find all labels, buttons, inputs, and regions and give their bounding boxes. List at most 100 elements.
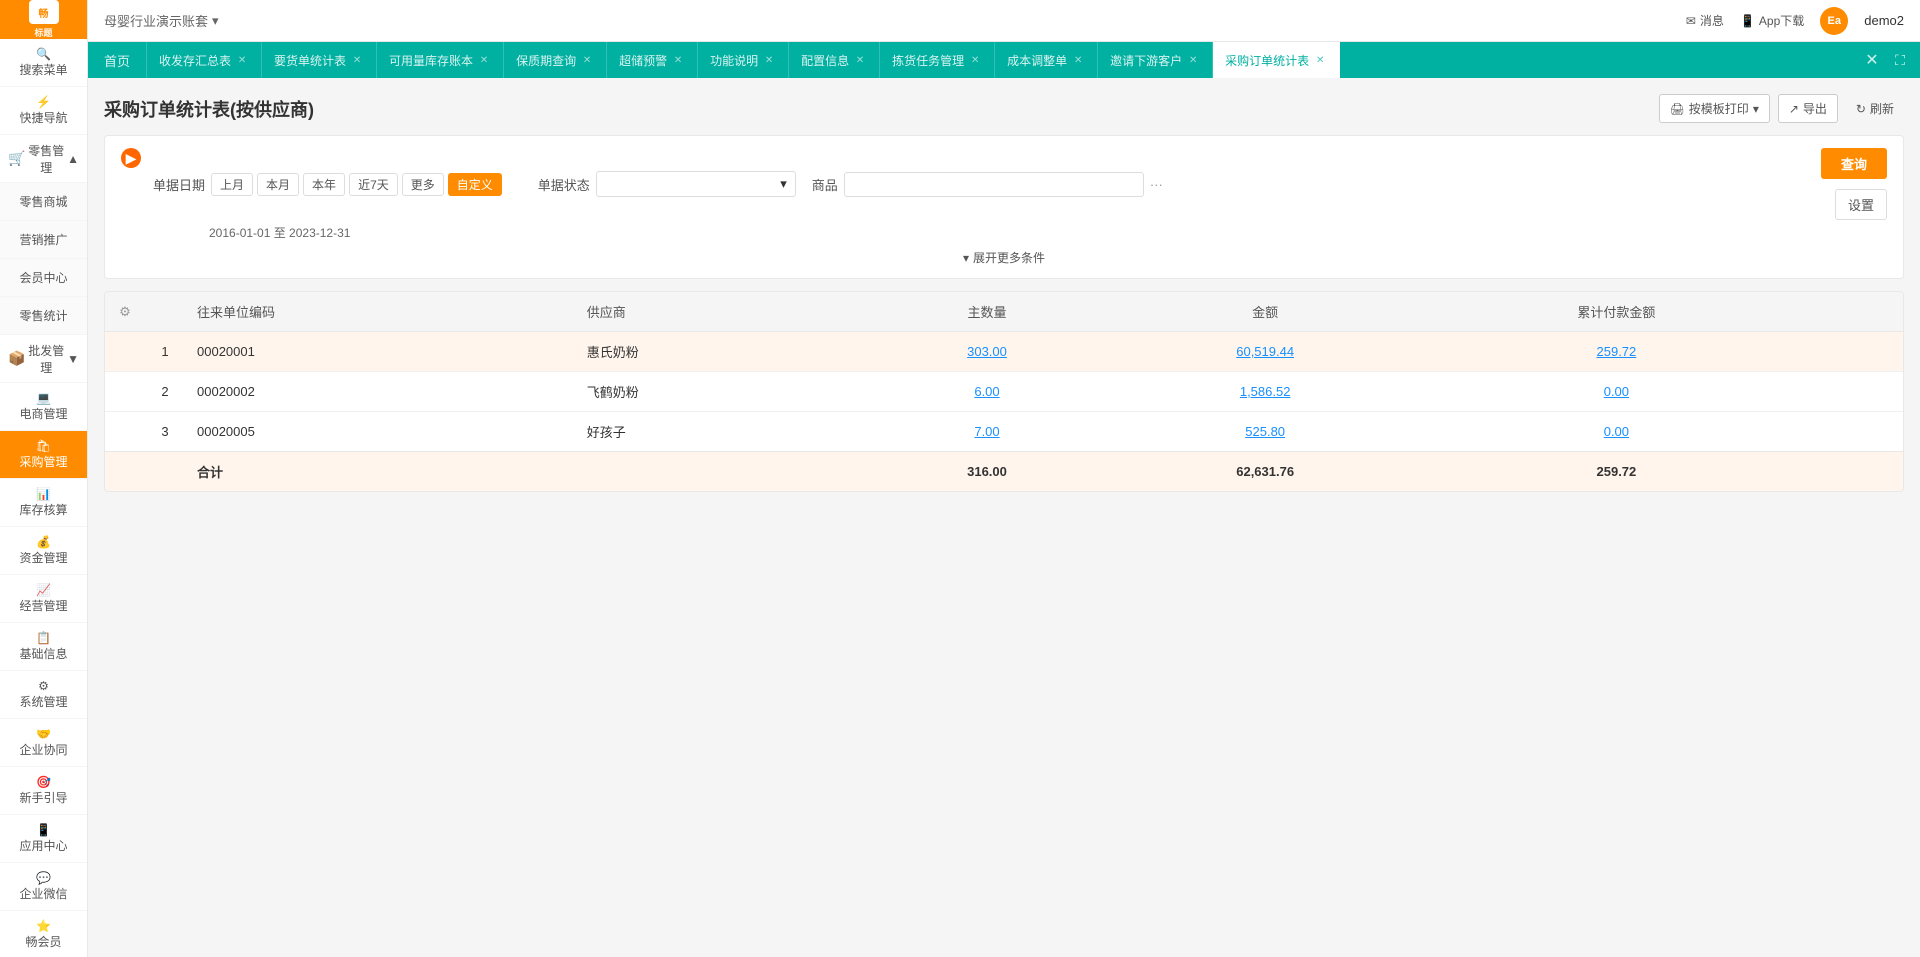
table-row[interactable]: 1 00020001 惠氏奶粉 303.00 60,519.44 259.72 xyxy=(105,332,1903,372)
tab-close-btn[interactable]: ✕ xyxy=(477,53,491,67)
tab-close-btn[interactable]: ✕ xyxy=(1071,53,1085,67)
print-button[interactable]: 🖨 按模板打印 ▾ xyxy=(1659,94,1770,123)
company-selector[interactable]: 母婴行业演示账套 ▾ xyxy=(104,11,219,30)
sidebar-item-inventory[interactable]: 📊 库存核算 xyxy=(0,479,87,527)
sidebar-item-label: 企业微信 xyxy=(19,885,67,902)
sidebar-item-bizwechat[interactable]: 💬 企业微信 xyxy=(0,863,87,911)
tab-close-btn[interactable]: ✕ xyxy=(580,53,594,67)
row-amount[interactable]: 525.80 xyxy=(1109,412,1422,452)
sidebar-item-operation[interactable]: 📈 经营管理 xyxy=(0,575,87,623)
table-row[interactable]: 2 00020002 飞鹤奶粉 6.00 1,586.52 0.00 xyxy=(105,372,1903,412)
tabs-scroll: 首页 收发存汇总表 ✕ 要货单统计表 ✕ 可用量库存账本 ✕ 保质期查询 ✕ 超… xyxy=(88,42,1860,78)
status-select[interactable]: ▾ xyxy=(596,171,796,197)
sidebar-item-finance[interactable]: 💰 资金管理 xyxy=(0,527,87,575)
row-supplier: 飞鹤奶粉 xyxy=(575,372,865,412)
tab-home[interactable]: 首页 xyxy=(88,42,147,78)
product-search-input[interactable] xyxy=(844,172,1144,197)
table-row[interactable]: 3 00020005 好孩子 7.00 525.80 0.00 xyxy=(105,412,1903,452)
app-download-btn[interactable]: 📱 App下载 xyxy=(1740,12,1804,29)
sidebar-item-quicknav[interactable]: ⚡ 快捷导航 xyxy=(0,87,87,135)
row-paid[interactable]: 0.00 xyxy=(1422,412,1812,452)
row-qty[interactable]: 6.00 xyxy=(865,372,1109,412)
export-icon: ↗ xyxy=(1789,102,1799,116)
tab-close-btn[interactable]: ✕ xyxy=(968,53,982,67)
tab-purchase-stat[interactable]: 采购订单统计表 ✕ xyxy=(1213,42,1340,78)
sidebar-item-member[interactable]: 会员中心 xyxy=(0,259,87,297)
sidebar-item-label: 批发管理 xyxy=(25,342,67,376)
tab-func-desc[interactable]: 功能说明 ✕ xyxy=(698,42,789,78)
tab-close-btn[interactable]: ✕ xyxy=(235,53,249,67)
tab-close-btn[interactable]: ✕ xyxy=(1186,53,1200,67)
sidebar-item-vip[interactable]: ⭐ 畅会员 xyxy=(0,911,87,957)
setting-button[interactable]: 设置 xyxy=(1835,189,1887,220)
sidebar-item-label: 快捷导航 xyxy=(19,109,67,126)
export-button[interactable]: ↗ 导出 xyxy=(1778,94,1838,123)
refresh-button[interactable]: ↻ 刷新 xyxy=(1846,95,1904,122)
row-qty[interactable]: 7.00 xyxy=(865,412,1109,452)
row-amount[interactable]: 1,586.52 xyxy=(1109,372,1422,412)
col-qty[interactable]: 主数量 xyxy=(865,292,1109,332)
inventory-icon: 📊 xyxy=(36,487,51,501)
sidebar-item-collab[interactable]: 🤝 企业协同 xyxy=(0,719,87,767)
more-dots-icon[interactable]: ··· xyxy=(1150,177,1163,192)
tab-overstock[interactable]: 超储预警 ✕ xyxy=(607,42,698,78)
col-settings[interactable]: ⚙ xyxy=(105,292,145,332)
tab-close-btn[interactable]: ✕ xyxy=(762,53,776,67)
sidebar-item-newguide[interactable]: 🎯 新手引导 xyxy=(0,767,87,815)
tab-config-info[interactable]: 配置信息 ✕ xyxy=(789,42,880,78)
tab-label: 可用量库存账本 xyxy=(389,52,473,69)
tab-cost-adjust[interactable]: 成本调整单 ✕ xyxy=(995,42,1098,78)
tab-available-stock[interactable]: 可用量库存账本 ✕ xyxy=(377,42,504,78)
sidebar-item-search[interactable]: 🔍 搜索菜单 xyxy=(0,39,87,87)
col-code[interactable]: 往来单位编码 xyxy=(185,292,575,332)
date-btn-7days[interactable]: 近7天 xyxy=(349,173,398,196)
tab-close-btn[interactable]: ✕ xyxy=(1313,53,1327,67)
tab-close-btn[interactable]: ✕ xyxy=(671,53,685,67)
filter-right-actions: 查询 设置 xyxy=(1821,148,1887,220)
date-btn-custom[interactable]: 自定义 xyxy=(448,173,502,196)
logo: 畅 标题 xyxy=(0,0,87,39)
date-btn-this-year[interactable]: 本年 xyxy=(303,173,345,196)
tab-close-window-btn[interactable]: ✕ xyxy=(1860,48,1884,72)
sidebar-item-wholesale[interactable]: 📦 批发管理 ▼ xyxy=(0,335,87,383)
logo-icon: 畅 xyxy=(29,0,59,24)
tab-maximize-btn[interactable]: ⛶ xyxy=(1888,48,1912,72)
row-paid[interactable]: 259.72 xyxy=(1422,332,1812,372)
date-btn-more[interactable]: 更多 xyxy=(402,173,444,196)
tab-shelf-life[interactable]: 保质期查询 ✕ xyxy=(504,42,607,78)
tab-label: 保质期查询 xyxy=(516,52,576,69)
tab-invite-customer[interactable]: 邀请下游客户 ✕ xyxy=(1098,42,1213,78)
message-btn[interactable]: ✉ 消息 xyxy=(1686,12,1724,29)
sidebar-item-appcenter[interactable]: 📱 应用中心 xyxy=(0,815,87,863)
row-amount[interactable]: 60,519.44 xyxy=(1109,332,1422,372)
col-paid[interactable]: 累计付款金额 xyxy=(1422,292,1812,332)
date-btn-last-month[interactable]: 上月 xyxy=(211,173,253,196)
sidebar-item-retail-shop[interactable]: 零售商城 xyxy=(0,183,87,221)
sidebar-item-retail[interactable]: 🛒 零售管理 ▲ xyxy=(0,135,87,183)
header-left: 母婴行业演示账套 ▾ xyxy=(104,11,219,30)
tab-close-btn[interactable]: ✕ xyxy=(350,53,364,67)
row-index: 3 xyxy=(145,412,185,452)
sidebar-item-system[interactable]: ⚙ 系统管理 xyxy=(0,671,87,719)
sidebar-item-retail-stat[interactable]: 零售统计 xyxy=(0,297,87,335)
row-qty[interactable]: 303.00 xyxy=(865,332,1109,372)
sidebar-item-marketing[interactable]: 营销推广 xyxy=(0,221,87,259)
expand-more-btn[interactable]: ▾ 展开更多条件 xyxy=(963,249,1045,266)
tab-pick-task[interactable]: 拣货任务管理 ✕ xyxy=(880,42,995,78)
row-paid[interactable]: 0.00 xyxy=(1422,372,1812,412)
tab-collect-send[interactable]: 收发存汇总表 ✕ xyxy=(147,42,262,78)
date-btn-this-month[interactable]: 本月 xyxy=(257,173,299,196)
search-button[interactable]: 查询 xyxy=(1821,148,1887,179)
user-avatar[interactable]: Ea xyxy=(1820,7,1848,35)
col-amount[interactable]: 金额 xyxy=(1109,292,1422,332)
col-supplier[interactable]: 供应商 xyxy=(575,292,865,332)
tab-close-btn[interactable]: ✕ xyxy=(853,53,867,67)
sidebar-item-ecommerce[interactable]: 💻 电商管理 xyxy=(0,383,87,431)
filter-toggle-btn[interactable]: ▶ xyxy=(121,148,141,168)
sidebar-item-label: 搜索菜单 xyxy=(19,61,67,78)
date-filter-label: 单据日期 xyxy=(153,175,205,194)
row-code: 00020005 xyxy=(185,412,575,452)
sidebar-item-purchase[interactable]: 🛍 采购管理 xyxy=(0,431,87,479)
sidebar-item-basic[interactable]: 📋 基础信息 xyxy=(0,623,87,671)
tab-requisition-stat[interactable]: 要货单统计表 ✕ xyxy=(262,42,377,78)
